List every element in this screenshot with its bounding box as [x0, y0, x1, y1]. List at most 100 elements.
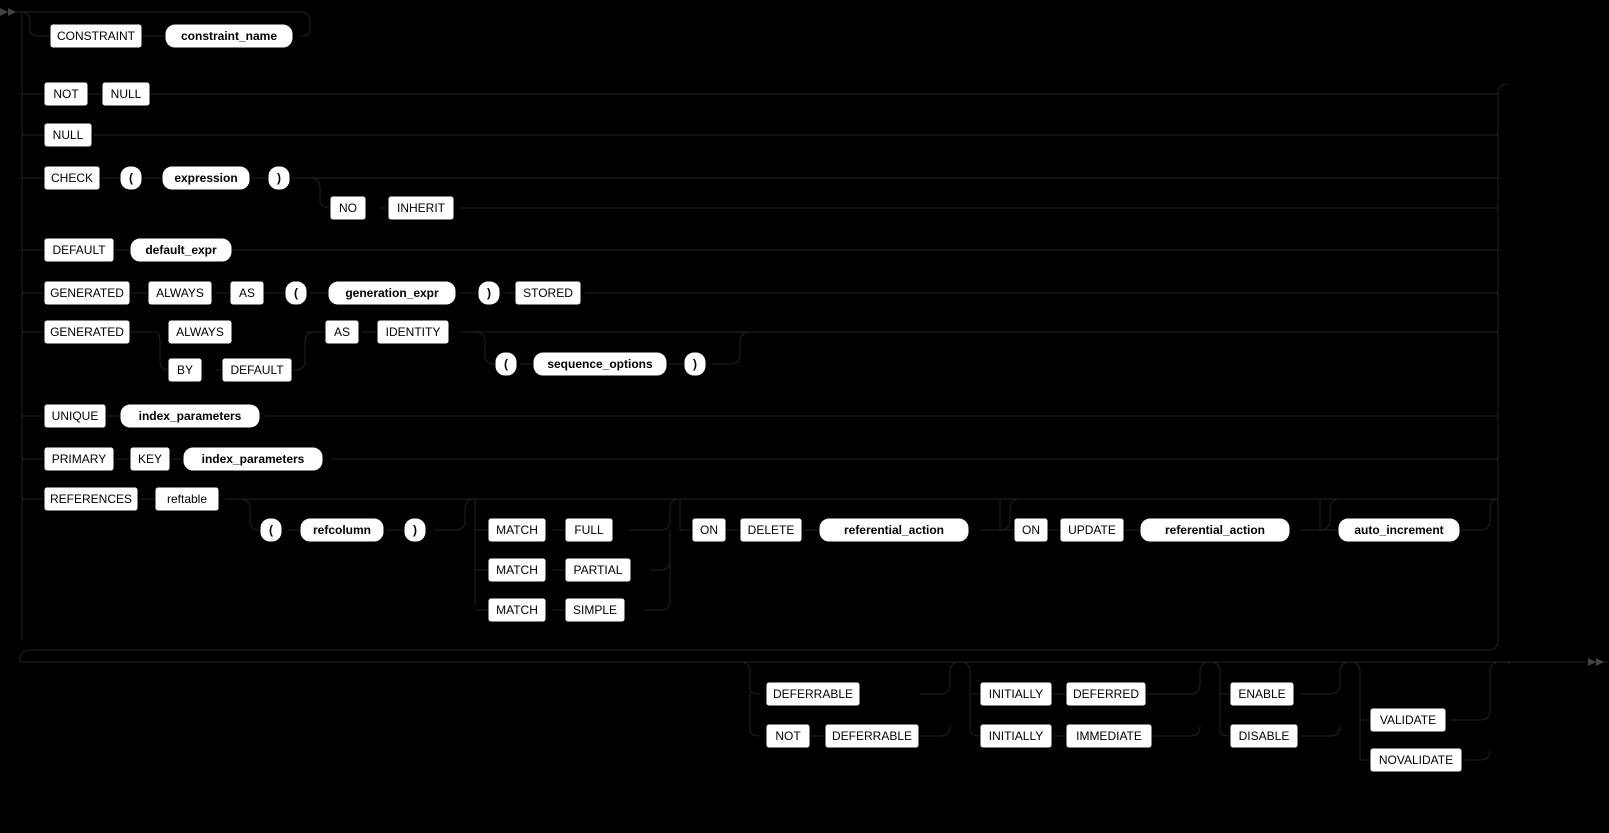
- references-label: REFERENCES: [50, 492, 132, 506]
- sequence-options-label: sequence_options: [547, 357, 653, 371]
- null-keyword-2: NULL: [44, 123, 92, 147]
- lparen-gen: (: [285, 281, 307, 305]
- novalidate-keyword: NOVALIDATE: [1370, 748, 1462, 772]
- null-label-1: NULL: [111, 87, 142, 101]
- railroad-diagram: CONSTRAINT constraint_name NOT NULL NULL…: [0, 0, 1609, 833]
- rparen-gen: ): [478, 281, 500, 305]
- update-keyword: UPDATE: [1060, 518, 1124, 542]
- deferred-keyword: DEFERRED: [1066, 682, 1146, 706]
- match-label-1: MATCH: [496, 523, 538, 537]
- inherit-label: INHERIT: [397, 201, 446, 215]
- rparen-check: ): [268, 166, 290, 190]
- key-label: KEY: [138, 452, 162, 466]
- rparen-seq: ): [684, 352, 706, 376]
- delete-label: DELETE: [748, 523, 795, 537]
- deferrable-keyword: DEFERRABLE: [766, 682, 860, 706]
- rparen-gen-label: ): [487, 286, 491, 300]
- not-label-2: NOT: [775, 729, 801, 743]
- enable-label: ENABLE: [1238, 687, 1285, 701]
- null-keyword-1: NULL: [102, 82, 150, 106]
- index-parameters-label-2: index_parameters: [202, 452, 305, 466]
- default-label: DEFAULT: [52, 243, 106, 257]
- identity-label: IDENTITY: [386, 325, 441, 339]
- inherit-keyword: INHERIT: [388, 196, 454, 220]
- generated-label-2: GENERATED: [50, 325, 124, 339]
- by-keyword: BY: [168, 358, 202, 382]
- disable-label: DISABLE: [1239, 729, 1290, 743]
- rparen-check-label: ): [277, 171, 281, 185]
- by-label: BY: [177, 363, 193, 377]
- no-keyword: NO: [330, 196, 366, 220]
- full-label: FULL: [574, 523, 604, 537]
- initially-label-2: INITIALLY: [989, 729, 1043, 743]
- reftable-terminal: reftable: [155, 487, 219, 511]
- deferrable-keyword-2: DEFERRABLE: [825, 724, 919, 748]
- match-keyword-2: MATCH: [488, 558, 546, 582]
- match-label-3: MATCH: [496, 603, 538, 617]
- index-parameters-2: index_parameters: [183, 447, 323, 471]
- match-label-2: MATCH: [496, 563, 538, 577]
- delete-keyword: DELETE: [740, 518, 802, 542]
- primary-keyword: PRIMARY: [44, 447, 114, 471]
- update-label: UPDATE: [1068, 523, 1116, 537]
- default-expr-nonterminal: default_expr: [130, 238, 232, 262]
- match-keyword-1: MATCH: [488, 518, 546, 542]
- as-keyword-1: AS: [230, 281, 264, 305]
- as-label-1: AS: [239, 286, 255, 300]
- ref-action-label-2: referential_action: [1165, 523, 1265, 537]
- referential-action-1: referential_action: [819, 518, 969, 542]
- on-label-2: ON: [1022, 523, 1040, 537]
- lparen-gen-label: (: [294, 286, 298, 300]
- expression-label: expression: [174, 171, 237, 185]
- partial-label: PARTIAL: [574, 563, 623, 577]
- lparen-seq: (: [495, 352, 517, 376]
- referential-action-2: referential_action: [1140, 518, 1290, 542]
- as-keyword-2: AS: [325, 320, 359, 344]
- auto-increment-nonterminal: auto_increment: [1338, 518, 1460, 542]
- lparen-seq-label: (: [504, 357, 508, 371]
- always-label-1: ALWAYS: [156, 286, 204, 300]
- null-label-2: NULL: [53, 128, 84, 142]
- immediate-label: IMMEDIATE: [1076, 729, 1142, 743]
- default-label-2: DEFAULT: [230, 363, 284, 377]
- auto-increment-label: auto_increment: [1354, 523, 1443, 537]
- on-keyword-2: ON: [1014, 518, 1048, 542]
- lparen-check: (: [120, 166, 142, 190]
- no-label: NO: [339, 201, 357, 215]
- immediate-keyword: IMMEDIATE: [1066, 724, 1152, 748]
- refcolumn-nonterminal: refcolumn: [300, 518, 384, 542]
- generated-label-1: GENERATED: [50, 286, 124, 300]
- lparen-ref: (: [260, 518, 282, 542]
- check-label: CHECK: [51, 171, 93, 185]
- index-parameters-1: index_parameters: [120, 404, 260, 428]
- deferrable-label-2: DEFERRABLE: [832, 729, 912, 743]
- initially-label-1: INITIALLY: [989, 687, 1043, 701]
- primary-label: PRIMARY: [52, 452, 106, 466]
- rparen-seq-label: ): [693, 357, 697, 371]
- default-keyword: DEFAULT: [44, 238, 114, 262]
- stored-label: STORED: [523, 286, 573, 300]
- initially-keyword-2: INITIALLY: [980, 724, 1052, 748]
- generated-keyword-1: GENERATED: [44, 281, 130, 305]
- rails: [0, 8, 1608, 760]
- initially-keyword-1: INITIALLY: [980, 682, 1052, 706]
- generated-keyword-2: GENERATED: [44, 320, 130, 344]
- deferred-label: DEFERRED: [1073, 687, 1139, 701]
- sequence-options-nonterminal: sequence_options: [533, 352, 667, 376]
- key-keyword: KEY: [130, 447, 170, 471]
- simple-label: SIMPLE: [573, 603, 617, 617]
- reftable-label: reftable: [167, 492, 207, 506]
- constraint-label: CONSTRAINT: [57, 29, 136, 43]
- always-keyword-2: ALWAYS: [168, 320, 232, 344]
- constraint-name-label: constraint_name: [181, 29, 277, 43]
- disable-keyword: DISABLE: [1230, 724, 1298, 748]
- on-keyword-1: ON: [692, 518, 726, 542]
- ref-action-label-1: referential_action: [844, 523, 944, 537]
- not-label: NOT: [53, 87, 79, 101]
- always-label-2: ALWAYS: [176, 325, 224, 339]
- validate-keyword: VALIDATE: [1370, 708, 1446, 732]
- lparen-check-label: (: [129, 171, 133, 185]
- full-keyword: FULL: [565, 518, 613, 542]
- default-keyword-2: DEFAULT: [222, 358, 292, 382]
- novalidate-label: NOVALIDATE: [1379, 753, 1453, 767]
